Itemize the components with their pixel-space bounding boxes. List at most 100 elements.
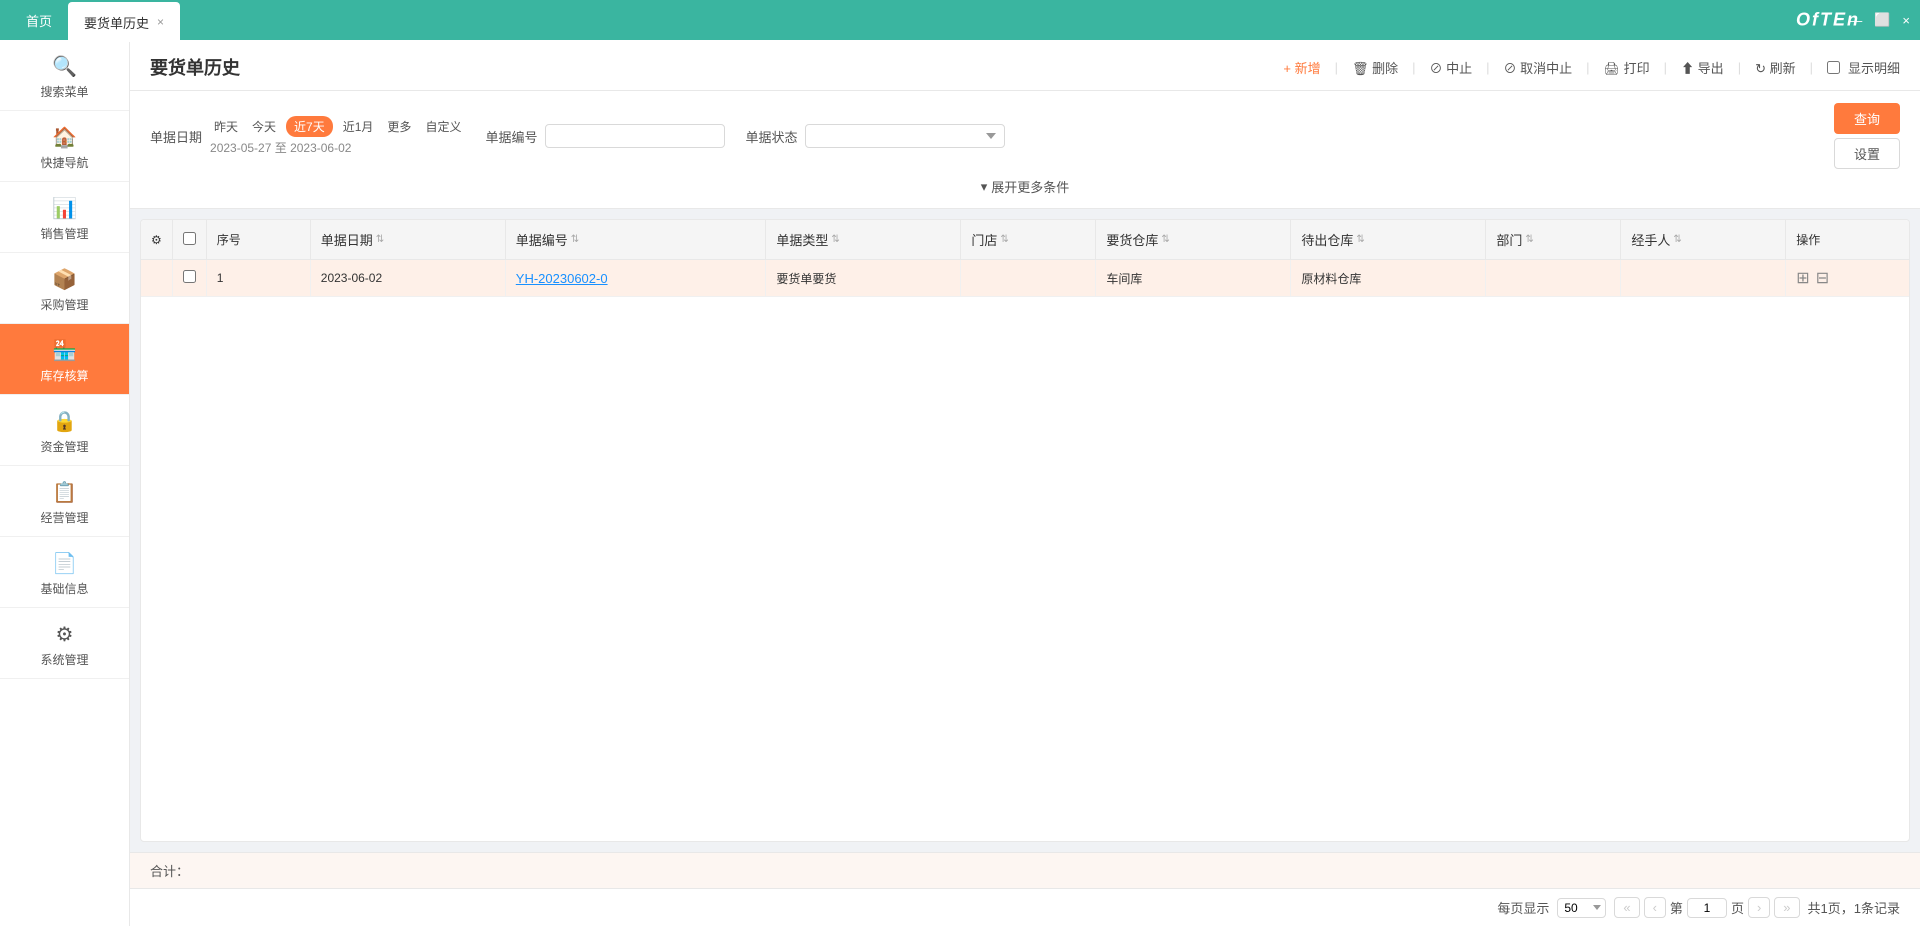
- sidebar: 🔍 搜索菜单 🏠 快捷导航 📊 销售管理 📦 采购管理 🏪 库存核算 🔒 资金管…: [0, 40, 130, 926]
- status-label: 单据状态: [745, 127, 797, 146]
- page-nav: « ‹ 第 页 › »: [1614, 897, 1799, 918]
- sort-billno-icon: ⇅: [571, 234, 579, 245]
- search-menu-icon: 🔍: [52, 54, 77, 79]
- sidebar-item-system-mgmt[interactable]: ⚙ 系统管理: [0, 608, 129, 679]
- delete-button[interactable]: 🗑 删除: [1352, 58, 1398, 77]
- sales-mgmt-icon: 📊: [52, 196, 77, 221]
- stop-button[interactable]: ⊘ 中止: [1430, 58, 1473, 77]
- date-range-btns: 昨天 今天 近7天 近1月 更多 自定义: [210, 116, 465, 137]
- page-header: 要货单历史 + 新增 | 🗑 删除 | ⊘ 中止 | ⊘ 取消中止 | 🖨 打印…: [130, 40, 1920, 91]
- bill-no-input[interactable]: [545, 124, 725, 148]
- prev-page-btn[interactable]: ‹: [1644, 897, 1666, 918]
- table-row: 1 2023-06-02 YH-20230602-0 要货单要货 车间库 原材料…: [141, 260, 1909, 297]
- td-dept: [1486, 260, 1621, 297]
- last-page-btn[interactable]: »: [1774, 897, 1799, 918]
- page-go-label: 第: [1670, 898, 1683, 917]
- th-bill-type[interactable]: 单据类型 ⇅: [766, 220, 961, 260]
- refresh-button[interactable]: ↻ 刷新: [1755, 58, 1796, 77]
- page-input[interactable]: [1687, 898, 1727, 918]
- sort-date-icon: ⇅: [376, 234, 384, 245]
- sidebar-item-sales-mgmt[interactable]: 📊 销售管理: [0, 182, 129, 253]
- summary-bar: 合计：: [130, 852, 1920, 888]
- sort-store-icon: ⇅: [1000, 234, 1008, 245]
- sidebar-item-finance-mgmt[interactable]: 🔒 资金管理: [0, 395, 129, 466]
- th-handler[interactable]: 经手人 ⇅: [1621, 220, 1786, 260]
- status-select[interactable]: [805, 124, 1005, 148]
- sidebar-item-basic-info[interactable]: 📄 基础信息: [0, 537, 129, 608]
- next-page-btn[interactable]: ›: [1748, 897, 1770, 918]
- th-pending-warehouse[interactable]: 待出仓库 ⇅: [1291, 220, 1486, 260]
- date-btn-custom[interactable]: 自定义: [421, 116, 465, 137]
- display-detail-checkbox-label[interactable]: 显示明细: [1827, 58, 1900, 77]
- filter-actions: 查询 设置: [1834, 103, 1900, 169]
- page-size-label: 每页显示: [1497, 898, 1549, 917]
- sort-pendwh-icon: ⇅: [1356, 234, 1364, 245]
- top-bar: 首页 要货单历史 × OfTEn — ⬜ ×: [0, 0, 1920, 40]
- table-body: 1 2023-06-02 YH-20230602-0 要货单要货 车间库 原材料…: [141, 260, 1909, 297]
- th-no: 序号: [206, 220, 310, 260]
- sidebar-item-label-basic-info: 基础信息: [40, 580, 88, 597]
- page-title: 要货单历史: [150, 54, 240, 80]
- sidebar-item-inventory[interactable]: 🏪 库存核算: [0, 324, 129, 395]
- date-btn-yesterday[interactable]: 昨天: [210, 116, 242, 137]
- tab-active-label: 要货单历史: [84, 13, 149, 32]
- tab-close-icon[interactable]: ×: [157, 15, 164, 29]
- sidebar-item-purchase-mgmt[interactable]: 📦 采购管理: [0, 253, 129, 324]
- th-settings[interactable]: ⚙: [141, 220, 172, 260]
- td-action: ⊞ ⊟: [1786, 260, 1909, 297]
- th-bill-no[interactable]: 单据编号 ⇅: [505, 220, 766, 260]
- tab-active[interactable]: 要货单历史 ×: [68, 2, 180, 42]
- page-label: 页: [1731, 898, 1744, 917]
- summary-label: 合计：: [150, 861, 189, 880]
- td-no: 1: [206, 260, 310, 297]
- table-header-row: ⚙ 序号 单据日期 ⇅ 单据编: [141, 220, 1909, 260]
- row-checkbox[interactable]: [183, 270, 196, 283]
- tab-home[interactable]: 首页: [10, 0, 68, 40]
- date-btns: 昨天 今天 近7天 近1月 更多 自定义 2023-05-27 至 2023-0…: [210, 116, 465, 156]
- date-btn-1month[interactable]: 近1月: [339, 116, 378, 137]
- row-delete-btn[interactable]: ⊟: [1816, 268, 1829, 288]
- row-edit-btn[interactable]: ⊞: [1796, 268, 1809, 288]
- content-area: 要货单历史 + 新增 | 🗑 删除 | ⊘ 中止 | ⊘ 取消中止 | 🖨 打印…: [130, 40, 1920, 926]
- pagination-bar: 每页显示 50 10 20 100 « ‹ 第 页 › » 共1页，1条记录: [130, 888, 1920, 926]
- page-size-select[interactable]: 50 10 20 100: [1557, 898, 1606, 918]
- date-btn-7days[interactable]: 近7天: [286, 116, 333, 137]
- sidebar-item-search-menu[interactable]: 🔍 搜索菜单: [0, 40, 129, 111]
- display-detail-label: 显示明细: [1848, 58, 1900, 77]
- sidebar-item-quick-nav[interactable]: 🏠 快捷导航: [0, 111, 129, 182]
- chevron-down-icon: ▾: [981, 179, 988, 195]
- filter-bar: 单据日期 昨天 今天 近7天 近1月 更多 自定义 2023-05-27 至 2…: [130, 91, 1920, 209]
- data-table: ⚙ 序号 单据日期 ⇅ 单据编: [141, 220, 1909, 297]
- cancel-stop-button[interactable]: ⊘ 取消中止: [1504, 58, 1573, 77]
- close-icon[interactable]: ×: [1902, 13, 1910, 28]
- expand-more-btn[interactable]: ▾ 展开更多条件: [150, 177, 1900, 196]
- page-actions: + 新增 | 🗑 删除 | ⊘ 中止 | ⊘ 取消中止 | 🖨 打印 | ⬆ 导…: [1283, 58, 1900, 77]
- select-all-checkbox[interactable]: [183, 232, 196, 245]
- first-page-btn[interactable]: «: [1614, 897, 1639, 918]
- display-detail-checkbox[interactable]: [1827, 61, 1840, 74]
- th-store[interactable]: 门店 ⇅: [961, 220, 1096, 260]
- print-button[interactable]: 🖨 打印: [1604, 58, 1650, 77]
- th-checkbox: [172, 220, 206, 260]
- sidebar-item-label-sales-mgmt: 销售管理: [40, 225, 88, 242]
- add-button[interactable]: + 新增: [1283, 58, 1320, 77]
- date-btn-more[interactable]: 更多: [383, 116, 415, 137]
- status-filter-group: 单据状态: [745, 124, 1005, 148]
- sort-reqwh-icon: ⇅: [1161, 234, 1169, 245]
- query-button[interactable]: 查询: [1834, 103, 1900, 134]
- sidebar-item-label-quick-nav: 快捷导航: [40, 154, 88, 171]
- th-req-warehouse[interactable]: 要货仓库 ⇅: [1096, 220, 1291, 260]
- sidebar-item-operations-mgmt[interactable]: 📋 经营管理: [0, 466, 129, 537]
- sidebar-item-label-purchase-mgmt: 采购管理: [40, 296, 88, 313]
- restore-icon[interactable]: ⬜: [1874, 12, 1890, 28]
- th-date[interactable]: 单据日期 ⇅: [310, 220, 505, 260]
- bill-no-link[interactable]: YH-20230602-0: [516, 271, 608, 286]
- export-button[interactable]: ⬆ 导出: [1681, 58, 1724, 77]
- td-date: 2023-06-02: [310, 260, 505, 297]
- brand-logo: OfTEn: [1796, 10, 1860, 31]
- th-dept[interactable]: 部门 ⇅: [1486, 220, 1621, 260]
- settings-button[interactable]: 设置: [1834, 138, 1900, 169]
- tab-bar: 首页 要货单历史 ×: [10, 0, 1849, 42]
- date-btn-today[interactable]: 今天: [248, 116, 280, 137]
- td-checkbox: [172, 260, 206, 297]
